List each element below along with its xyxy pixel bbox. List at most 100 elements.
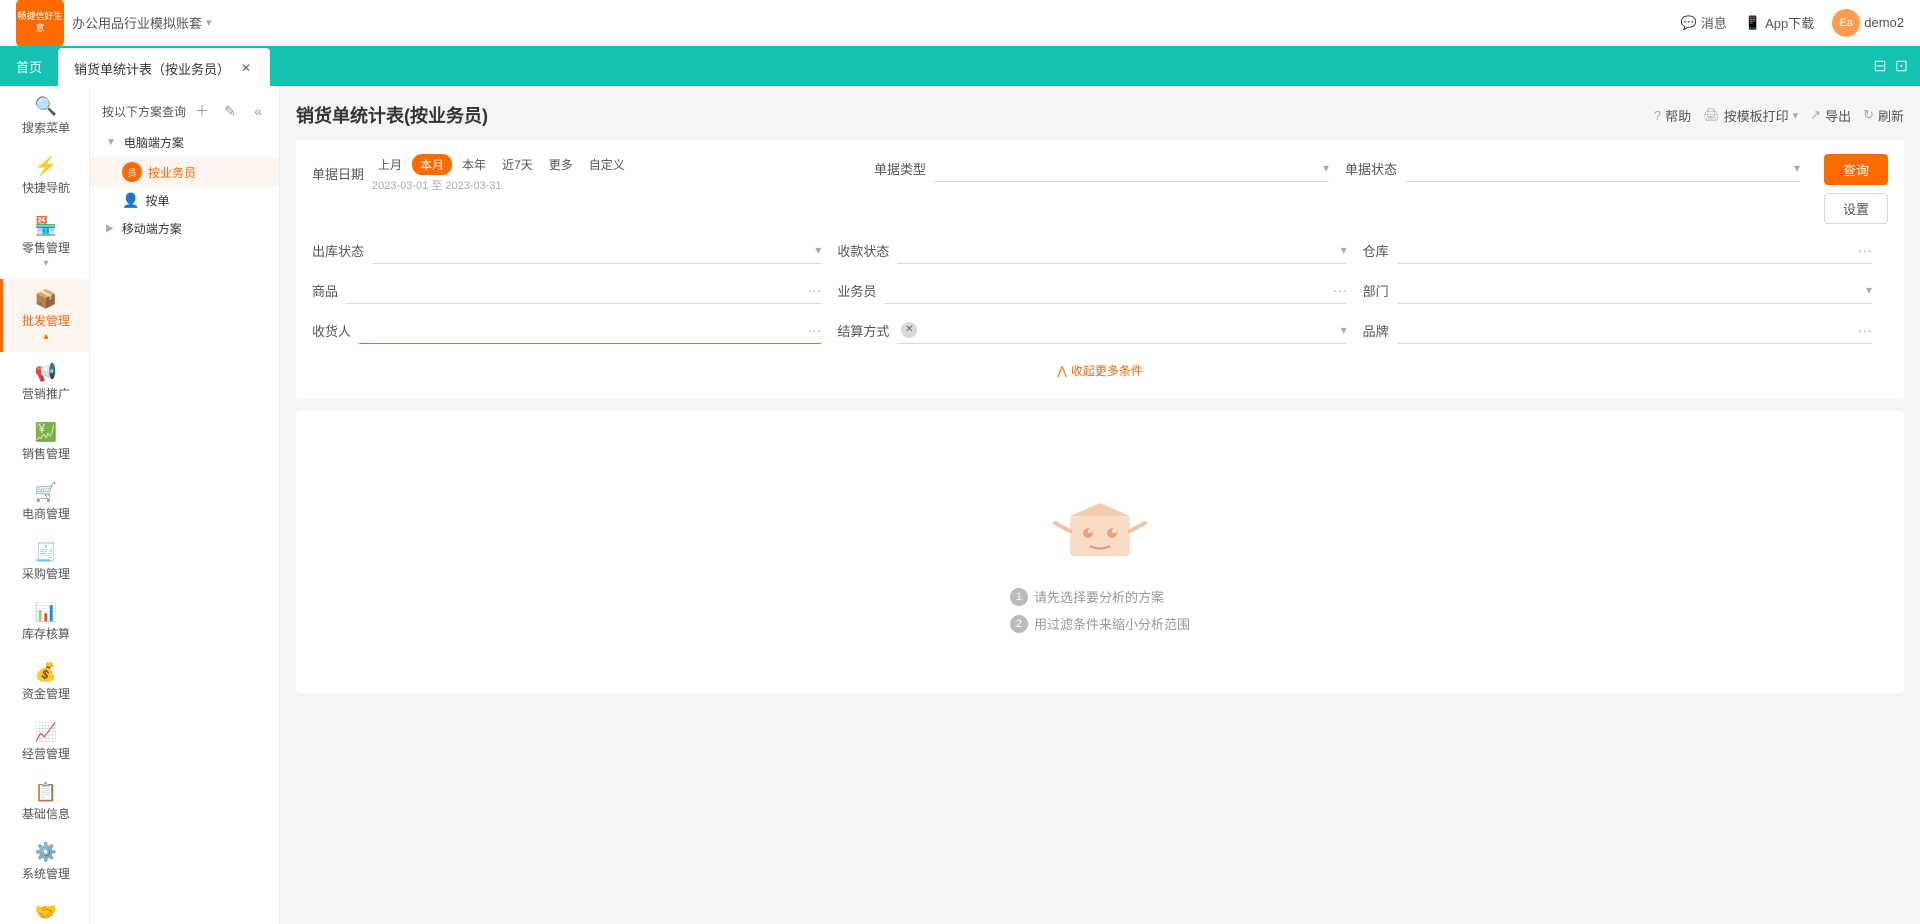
top-header: 畅捷信好生意 办公用品行业模拟账套 ▾ 💬 消息 📱 App下载 Ea demo…: [0, 0, 1920, 46]
print-label: 按模板打印: [1724, 106, 1789, 125]
content-area: 按以下方案查询 ＋ ✎ « ▼ 电脑端方案: [90, 86, 1920, 924]
receiver-dots-icon[interactable]: ···: [807, 322, 821, 338]
order-status-control[interactable]: ▾: [1405, 154, 1800, 182]
ecommerce-icon: 🛒: [35, 482, 57, 503]
tree-arrow-down-icon: ▼: [106, 137, 116, 148]
warehouse-control[interactable]: ···: [1397, 236, 1872, 264]
date-tab-7days[interactable]: 近7天: [496, 154, 539, 175]
retail-icon: 🏪: [35, 216, 57, 237]
filter-out-status: 出库状态 ▾: [312, 236, 837, 264]
tab-bar-actions: ⊟ ⊡: [1873, 56, 1920, 76]
tab-close-icon[interactable]: ✕: [238, 60, 254, 76]
tab-minimize-icon[interactable]: ⊟: [1873, 56, 1886, 76]
tab-bar: 首页 销货单统计表（按业务员） ✕ ⊟ ⊡: [0, 46, 1920, 86]
export-btn[interactable]: ↗ 导出: [1810, 106, 1851, 125]
tree-pc-plan[interactable]: ▼ 电脑端方案: [90, 128, 279, 157]
left-panel-actions: ＋ ✎ «: [191, 100, 269, 122]
date-tab-this-year[interactable]: 本年: [456, 154, 492, 175]
salesperson-dots-icon[interactable]: ···: [1333, 282, 1347, 298]
date-tab-this-month[interactable]: 本月: [412, 154, 452, 175]
tree-mobile-plan[interactable]: ▶ 移动端方案: [90, 214, 279, 243]
sidebar-item-operations[interactable]: 📈 经营管理: [0, 712, 89, 772]
sidebar-item-base-info[interactable]: 📋 基础信息: [0, 772, 89, 832]
workspace-chevron-icon: ▾: [206, 16, 212, 29]
order-plan-icon: 👤: [122, 192, 139, 209]
sidebar-item-ecommerce[interactable]: 🛒 电商管理: [0, 472, 89, 532]
sidebar-item-search[interactable]: 🔍 搜索菜单: [0, 86, 89, 146]
dept-control[interactable]: ▾: [1397, 276, 1872, 304]
refresh-btn[interactable]: ↻ 刷新: [1863, 106, 1904, 125]
tree-arrow-right-icon: ▶: [106, 223, 114, 234]
receiver-control[interactable]: ···: [359, 316, 821, 344]
sales-icon: 💹: [35, 422, 57, 443]
pc-plan-label: 电脑端方案: [124, 134, 184, 151]
tab-sales-stat[interactable]: 销货单统计表（按业务员） ✕: [58, 48, 270, 88]
warehouse-dots-icon[interactable]: ···: [1858, 242, 1872, 258]
tab-maximize-icon[interactable]: ⊡: [1895, 56, 1908, 76]
message-icon: 💬: [1681, 15, 1697, 31]
empty-tip-2: 2 用过滤条件来缩小分析范围: [1010, 614, 1190, 633]
export-icon: ↗: [1810, 107, 1821, 123]
filter-row-3: 商品 ··· 业务员 ··· 部门 ▾: [312, 276, 1888, 304]
left-panel-header: 按以下方案查询 ＋ ✎ «: [90, 94, 279, 128]
collapse-row: ⋀ 收起更多条件: [312, 356, 1888, 385]
order-status-label: 单据状态: [1345, 159, 1397, 178]
tree-by-salesperson[interactable]: 员 按业务员: [90, 157, 279, 187]
edit-plan-btn[interactable]: ✎: [219, 100, 241, 122]
tab-home-label: 首页: [16, 57, 42, 76]
by-salesperson-label: 按业务员: [148, 164, 196, 181]
sidebar-item-enterprise[interactable]: 🤝 企业协同: [0, 892, 89, 924]
settlement-label: 结算方式: [837, 321, 889, 340]
sidebar-item-marketing[interactable]: 📢 营销推广: [0, 352, 89, 412]
payment-status-label: 收款状态: [837, 241, 889, 260]
app-download-btn[interactable]: 📱 App下载: [1745, 13, 1814, 32]
retail-arrow-icon: ▾: [43, 258, 48, 269]
filter-salesperson: 业务员 ···: [837, 276, 1362, 304]
sidebar-item-quick-nav[interactable]: ⚡ 快捷导航: [0, 146, 89, 206]
sidebar-item-retail[interactable]: 🏪 零售管理 ▾: [0, 206, 89, 279]
payment-status-control[interactable]: ▾: [897, 236, 1346, 264]
messages-btn[interactable]: 💬 消息: [1681, 13, 1727, 32]
date-tab-custom[interactable]: 自定义: [583, 154, 631, 175]
search-icon: 🔍: [35, 96, 57, 117]
enterprise-icon: 🤝: [35, 902, 57, 923]
sidebar-item-sales-mgmt[interactable]: 💹 销售管理: [0, 412, 89, 472]
settlement-clear-icon[interactable]: ✕: [901, 322, 917, 338]
dept-label: 部门: [1363, 281, 1389, 300]
tree-by-order[interactable]: 👤 按单: [90, 187, 279, 214]
by-order-label: 按单: [145, 192, 169, 209]
out-status-control[interactable]: ▾: [372, 236, 821, 264]
sidebar-item-purchase[interactable]: 🧾 采购管理: [0, 532, 89, 592]
sidebar-ecommerce-label: 电商管理: [22, 505, 70, 522]
sidebar-item-finance[interactable]: 💰 资金管理: [0, 652, 89, 712]
filter-row-2: 出库状态 ▾ 收款状态 ▾ 仓库 ···: [312, 236, 1888, 264]
sidebar-item-inventory[interactable]: 📊 库存核算: [0, 592, 89, 652]
help-btn[interactable]: ? 帮助: [1654, 106, 1691, 125]
sidebar-wholesale-label: 批发管理: [22, 312, 70, 329]
tab-home[interactable]: 首页: [0, 46, 58, 86]
marketing-icon: 📢: [35, 362, 57, 383]
sidebar-item-wholesale[interactable]: 📦 批发管理 ▴: [0, 279, 89, 352]
wholesale-icon: 📦: [35, 289, 57, 310]
user-avatar-btn[interactable]: Ea demo2: [1832, 9, 1904, 37]
collapse-filters-btn[interactable]: ⋀ 收起更多条件: [1057, 362, 1143, 379]
workspace-selector[interactable]: 办公用品行业模拟账套 ▾: [72, 13, 212, 32]
app-logo: 畅捷信好生意: [16, 0, 64, 47]
settlement-control[interactable]: ✕ ▾: [897, 316, 1346, 344]
date-tab-last-month[interactable]: 上月: [372, 154, 408, 175]
order-type-control[interactable]: ▾: [934, 154, 1329, 182]
print-btn[interactable]: 🖨 按模板打印 ▾: [1703, 106, 1798, 125]
query-button[interactable]: 查询: [1824, 154, 1888, 185]
salesperson-control[interactable]: ···: [884, 276, 1346, 304]
brand-dots-icon[interactable]: ···: [1858, 322, 1872, 338]
goods-dots-icon[interactable]: ···: [807, 282, 821, 298]
sidebar-search-label: 搜索菜单: [22, 119, 70, 136]
goods-control[interactable]: ···: [346, 276, 821, 304]
date-tab-more[interactable]: 更多: [543, 154, 579, 175]
add-icon: ＋: [195, 101, 209, 121]
brand-control[interactable]: ···: [1397, 316, 1872, 344]
reset-button[interactable]: 设置: [1824, 193, 1888, 224]
sidebar-item-sys-mgmt[interactable]: ⚙️ 系统管理: [0, 832, 89, 892]
add-plan-btn[interactable]: ＋: [191, 100, 213, 122]
collapse-panel-btn[interactable]: «: [247, 100, 269, 122]
